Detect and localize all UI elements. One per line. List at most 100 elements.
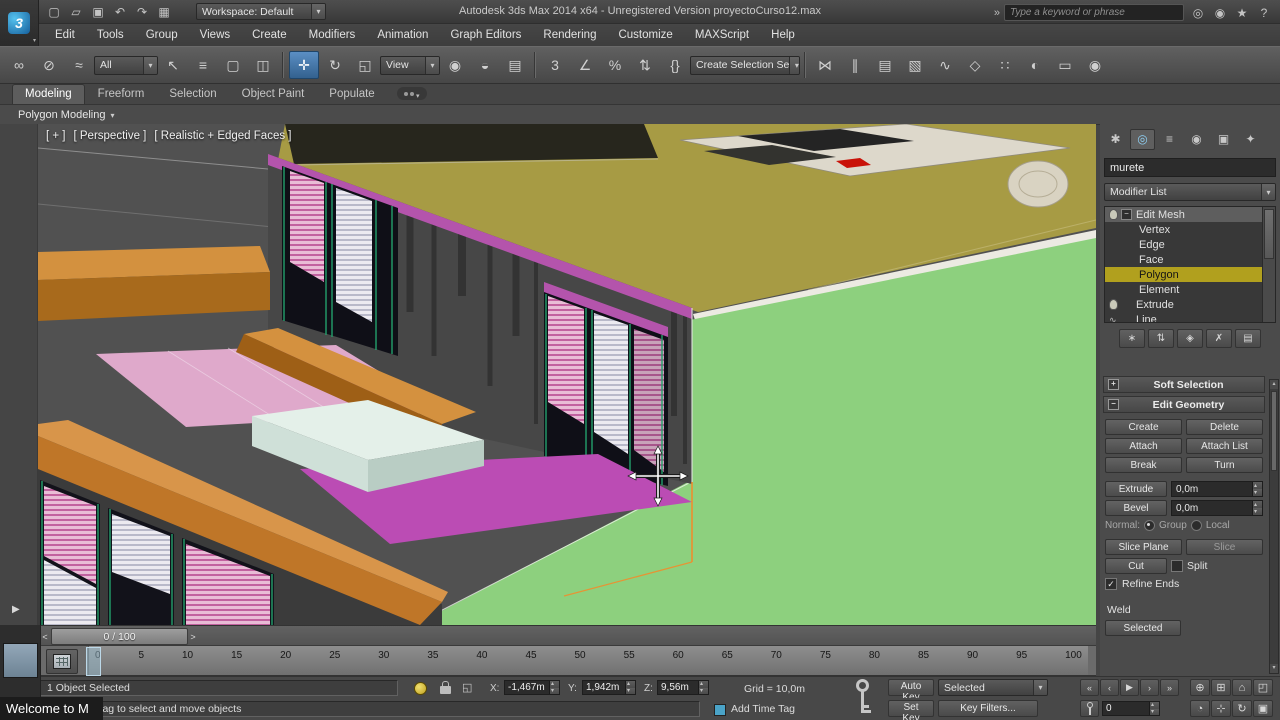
modifier-stack[interactable]: Edit Mesh Vertex Edge Face [1104,206,1276,323]
current-frame-marker[interactable] [86,647,101,676]
pan-icon[interactable]: ⊹ [1211,700,1231,717]
extrude-spinner[interactable] [1252,482,1262,496]
extrude-amount-field[interactable]: 0,0m [1171,481,1263,497]
z-coordinate-field[interactable]: 9,56m [657,680,709,695]
spinner-snap-icon[interactable]: ⇅ [631,52,659,78]
search-go-icon[interactable]: ◎ [1188,3,1208,22]
object-name-field[interactable]: murete [1104,158,1276,177]
material-editor-icon[interactable]: ∷ [991,52,1019,78]
stack-item[interactable]: Element [1105,282,1262,297]
command-panel-scrollbar-thumb[interactable] [1271,391,1277,471]
menu-item[interactable]: Create [241,24,298,46]
normal-local-radio[interactable] [1190,520,1202,531]
help-icon[interactable]: ? [1254,3,1274,22]
z-spinner[interactable] [698,681,708,694]
ribbon-tab[interactable]: Populate [317,84,386,104]
time-slider[interactable]: 0 / 100 [51,628,188,645]
bind-to-space-warp-icon[interactable]: ≈ [65,52,93,78]
menu-item[interactable]: Tools [86,24,135,46]
ribbon-tab[interactable]: Freeform [86,84,157,104]
communication-center-icon[interactable]: ◉ [1210,3,1230,22]
stack-item[interactable]: Polygon [1105,267,1262,282]
zoom-icon[interactable]: ⊕ [1190,679,1210,696]
viewport-shading-menu[interactable]: [ Realistic + Edged Faces ] [154,130,291,142]
x-coordinate-field[interactable]: -1,467m [504,680,560,695]
stack-item[interactable]: Face [1105,252,1262,267]
ribbon-tab[interactable]: Modeling [12,84,85,104]
show-end-result-button[interactable]: ⇅ [1148,329,1174,348]
select-and-link-icon[interactable]: ∞ [5,52,33,78]
graphite-toggle-icon[interactable]: ▧ [901,52,929,78]
previous-frame-button[interactable]: ‹ [1100,679,1119,696]
ribbon-config-icon[interactable] [396,87,427,100]
remove-modifier-button[interactable]: ✗ [1206,329,1232,348]
selection-lock-icon[interactable] [440,681,451,694]
ribbon-tab[interactable]: Selection [157,84,228,104]
undo-icon[interactable]: ↶ [110,2,130,21]
y-spinner[interactable] [625,681,635,694]
render-production-icon[interactable]: ◉ [1081,52,1109,78]
new-scene-icon[interactable]: ▢ [44,2,64,21]
viewport-general-menu[interactable]: [ + ] [46,130,66,142]
pin-stack-button[interactable]: ∗ [1119,329,1145,348]
frame-spinner[interactable] [1149,702,1159,715]
mirror-icon[interactable]: ⋈ [811,52,839,78]
rectangular-selection-icon[interactable]: ▢ [219,52,247,78]
search-input[interactable] [1004,4,1184,21]
stack-item[interactable]: Line [1105,312,1262,323]
isolate-selection-icon[interactable] [414,682,427,695]
hierarchy-tab[interactable]: ≡ [1157,129,1182,150]
bevel-button[interactable]: Bevel [1105,500,1167,516]
command-panel-scrollbar[interactable] [1269,379,1279,674]
schematic-view-icon[interactable]: ◇ [961,52,989,78]
configure-modifier-sets-button[interactable]: ▤ [1235,329,1261,348]
auto-key-button[interactable]: Auto Key [888,679,934,703]
keyboard-override-icon[interactable]: ▤ [501,52,529,78]
attach-list-button[interactable]: Attach List [1186,438,1263,454]
percent-snap-icon[interactable]: % [601,52,629,78]
workspace-dropdown[interactable]: Workspace: Default [196,3,326,20]
named-selection-set-dropdown[interactable]: Create Selection Se [690,55,800,75]
refine-ends-checkbox[interactable] [1105,578,1117,590]
menu-item[interactable]: Animation [366,24,439,46]
soft-selection-rollout[interactable]: Soft Selection [1103,376,1265,393]
track-bar[interactable]: 0 5 10 15 20 25 30 35 40 45 50 55 60 65 70 75 80 85 90 95 10… [38,646,1096,676]
menu-item[interactable]: Rendering [532,24,607,46]
visibility-bulb-icon[interactable] [1109,299,1118,310]
save-file-icon[interactable]: ▣ [88,2,108,21]
break-button[interactable]: Break [1105,457,1182,473]
angle-snap-icon[interactable]: ∠ [571,52,599,78]
select-object-icon[interactable]: ↖ [159,52,187,78]
field-of-view-icon[interactable]: ◔ [1190,700,1210,717]
bevel-spinner[interactable] [1252,501,1262,515]
edit-geometry-rollout[interactable]: Edit Geometry [1103,396,1265,413]
mini-curve-editor-button[interactable] [46,649,78,674]
add-time-tag[interactable]: Add Time Tag [731,703,795,715]
next-frame-button[interactable]: › [1140,679,1159,696]
current-frame-field[interactable]: 0 [1102,701,1160,716]
menu-item[interactable]: Views [189,24,241,46]
split-checkbox[interactable] [1171,560,1183,572]
maximize-viewport-icon[interactable]: ▣ [1253,700,1273,717]
select-and-scale-icon[interactable]: ◱ [351,52,379,78]
stack-scrollbar-thumb[interactable] [1264,209,1274,259]
key-selection-dropdown[interactable]: Selected [938,679,1048,696]
perspective-viewport[interactable]: [ + ] [ Perspective ] [ Realistic + Edge… [38,124,1096,625]
x-spinner[interactable] [549,681,559,694]
select-by-name-icon[interactable]: ≡ [189,52,217,78]
visibility-bulb-icon[interactable] [1109,209,1118,220]
absolute-mode-icon[interactable] [462,681,472,694]
curve-editor-icon[interactable]: ∿ [931,52,959,78]
add-time-tag-icon[interactable] [714,704,726,716]
extrude-button[interactable]: Extrude [1105,481,1167,497]
reference-coordinate-dropdown[interactable]: View [380,55,440,75]
zoom-region-icon[interactable]: ◰ [1253,679,1273,696]
menu-item[interactable]: Edit [44,24,86,46]
snaps-toggle-icon[interactable]: 3 [541,52,569,78]
stack-scrollbar[interactable] [1262,207,1275,322]
ribbon-tab[interactable]: Object Paint [230,84,317,104]
y-coordinate-field[interactable]: 1,942m [582,680,636,695]
attach-button[interactable]: Attach [1105,438,1182,454]
expand-arrow-icon[interactable] [12,604,20,615]
make-unique-button[interactable]: ◈ [1177,329,1203,348]
